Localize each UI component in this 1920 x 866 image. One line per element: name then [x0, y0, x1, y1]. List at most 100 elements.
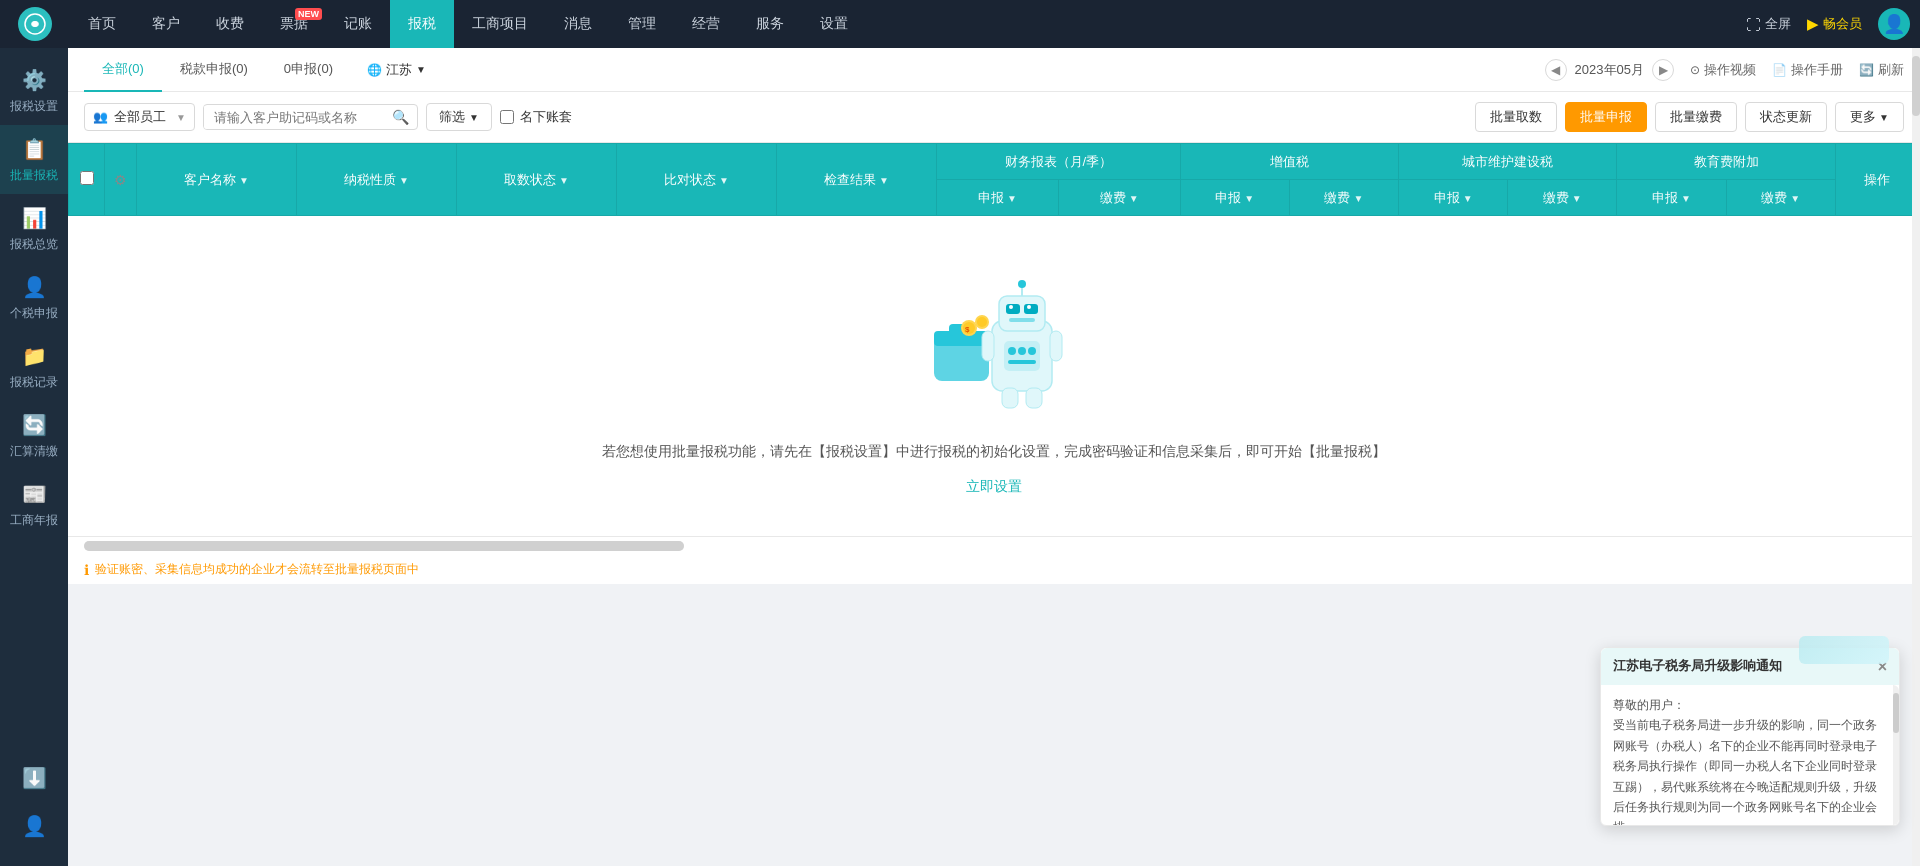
nav-customer[interactable]: 客户 — [134, 0, 198, 48]
sidebar-item-tax-records[interactable]: 📁 报税记录 — [0, 332, 68, 401]
notification-body: 尊敬的用户： 受当前电子税务局进一步升级的影响，同一个政务网账号（办税人）名下的… — [1601, 685, 1899, 825]
col-edu-declare-header: 申报▼ — [1617, 180, 1726, 216]
notification-scrollbar[interactable] — [1893, 685, 1899, 825]
sidebar-item-annual-report[interactable]: 📰 工商年报 — [0, 470, 68, 539]
region-selector[interactable]: 🌐 江苏 ▼ — [367, 61, 426, 79]
personal-tax-icon: 👤 — [20, 273, 48, 301]
scrollbar-thumb[interactable] — [84, 541, 684, 551]
operation-video-link[interactable]: ⊙ 操作视频 — [1690, 61, 1756, 79]
under-account-checkbox[interactable] — [500, 110, 514, 124]
nav-settings[interactable]: 设置 — [802, 0, 866, 48]
empty-state-message: 若您想使用批量报税功能，请先在【报税设置】中进行报税的初始化设置，完成密码验证和… — [602, 440, 1386, 462]
search-input[interactable] — [204, 106, 384, 129]
bottom-scroll-area — [68, 536, 1920, 555]
batch-tax-icon: 📋 — [20, 135, 48, 163]
status-update-button[interactable]: 状态更新 — [1745, 102, 1827, 132]
settings-gear-icon[interactable]: ⚙ — [114, 172, 127, 188]
tab-all[interactable]: 全部(0) — [84, 48, 162, 92]
col-fetch-status-header: 取数状态▼ — [457, 144, 617, 216]
search-button[interactable]: 🔍 — [384, 105, 417, 129]
sidebar-item-tax-summary[interactable]: 📊 报税总览 — [0, 194, 68, 263]
tab-zero-declaration[interactable]: 0申报(0) — [266, 48, 351, 92]
new-badge: NEW — [295, 8, 322, 20]
month-navigation: ◀ 2023年05月 ▶ — [1545, 59, 1674, 81]
sidebar-item-batch-tax[interactable]: 📋 批量报税 — [0, 125, 68, 194]
nav-message[interactable]: 消息 — [546, 0, 610, 48]
col-checkbox-header — [69, 144, 105, 216]
next-month-button[interactable]: ▶ — [1652, 59, 1674, 81]
main-vertical-scrollbar[interactable] — [1912, 48, 1920, 866]
notif-content: 尊敬的用户： 受当前电子税务局进一步升级的影响，同一个政务网账号（办税人）名下的… — [1601, 685, 1899, 825]
sidebar-item-settlement[interactable]: 🔄 汇算清缴 — [0, 401, 68, 470]
svg-point-26 — [1028, 347, 1036, 355]
setup-link[interactable]: 立即设置 — [966, 478, 1022, 496]
nav-billing[interactable]: 收费 — [198, 0, 262, 48]
nav-tax[interactable]: 报税 — [390, 0, 454, 48]
tax-records-icon: 📁 — [20, 342, 48, 370]
svg-point-17 — [1018, 280, 1026, 288]
notification-popup: 江苏电子税务局升级影响通知 × 尊敬的用户： 受当前电子税务局进一步升级的影响，… — [1600, 647, 1900, 826]
col-customer-header: 客户名称▼ — [137, 144, 297, 216]
robot-illustration: $ — [924, 276, 1064, 416]
operation-manual-link[interactable]: 📄 操作手册 — [1772, 61, 1843, 79]
svg-rect-12 — [1006, 304, 1020, 314]
nav-operation[interactable]: 经营 — [674, 0, 738, 48]
svg-rect-23 — [1004, 341, 1040, 371]
refresh-button[interactable]: 🔄 刷新 — [1859, 61, 1904, 79]
sidebar-item-tax-settings[interactable]: ⚙️ 报税设置 — [0, 56, 68, 125]
svg-rect-19 — [982, 331, 994, 361]
col-tax-type-header: 纳税性质▼ — [297, 144, 457, 216]
checkbox-label[interactable]: 名下账套 — [500, 108, 572, 126]
left-sidebar: ⚙️ 报税设置 📋 批量报税 📊 报税总览 👤 个税申报 📁 报税记录 🔄 汇算… — [0, 48, 68, 866]
col-vat-header: 增值税 — [1180, 144, 1398, 180]
more-button[interactable]: 更多 ▼ — [1835, 102, 1904, 132]
col-settings-header: ⚙ — [105, 144, 137, 216]
svg-rect-11 — [999, 296, 1045, 331]
empty-state: $ — [69, 216, 1920, 536]
notification-scrollbar-thumb[interactable] — [1893, 693, 1899, 733]
current-month: 2023年05月 — [1575, 61, 1644, 79]
data-table-wrapper: ⚙ 客户名称▼ 纳税性质▼ 取数状态▼ 比对状态▼ 检查结果 — [68, 143, 1920, 536]
col-fr-declare-header: 申报▼ — [937, 180, 1059, 216]
sidebar-download[interactable]: ⬇️ — [0, 754, 68, 802]
col-edu-surcharge-header: 教育费附加 — [1617, 144, 1835, 180]
col-city-construction-header: 城市维护建设税 — [1398, 144, 1616, 180]
toolbar-right: 批量取数 批量申报 批量缴费 状态更新 更多 ▼ — [1475, 102, 1904, 132]
fullscreen-button[interactable]: ⛶ 全屏 — [1746, 15, 1791, 33]
col-vat-declare-header: 申报▼ — [1180, 180, 1289, 216]
col-vat-pay-header: 缴费▼ — [1289, 180, 1398, 216]
horizontal-scrollbar[interactable] — [84, 541, 684, 551]
svg-point-15 — [1027, 305, 1031, 309]
svg-point-25 — [1018, 347, 1026, 355]
user-icon: 👤 — [20, 812, 48, 840]
nav-invoice[interactable]: 票据 NEW — [262, 0, 326, 48]
sub-tabs-right: ◀ 2023年05月 ▶ ⊙ 操作视频 📄 操作手册 🔄 刷新 — [1545, 59, 1904, 81]
sidebar-item-personal-tax[interactable]: 👤 个税申报 — [0, 263, 68, 332]
bottom-tip: ℹ 验证账密、采集信息均成功的企业才会流转至批量报税页面中 — [68, 555, 1920, 584]
filter-button[interactable]: 筛选 ▼ — [426, 103, 492, 131]
batch-pay-button[interactable]: 批量缴费 — [1655, 102, 1737, 132]
top-navigation: 首页 客户 收费 票据 NEW 记账 报税 工商项目 消息 管理 经营 服务 设… — [0, 0, 1920, 48]
nav-bizproject[interactable]: 工商项目 — [454, 0, 546, 48]
svg-rect-13 — [1024, 304, 1038, 314]
main-scrollbar-thumb[interactable] — [1912, 56, 1920, 116]
app-logo[interactable] — [10, 4, 60, 44]
table-body: $ — [69, 216, 1920, 537]
col-check-result-header: 检查结果▼ — [777, 144, 937, 216]
batch-fetch-button[interactable]: 批量取数 — [1475, 102, 1557, 132]
sub-tabs-bar: 全部(0) 税款申报(0) 0申报(0) 🌐 江苏 ▼ ◀ 2023年05月 ▶… — [68, 48, 1920, 92]
sidebar-user[interactable]: 👤 — [0, 802, 68, 850]
nav-service[interactable]: 服务 — [738, 0, 802, 48]
prev-month-button[interactable]: ◀ — [1545, 59, 1567, 81]
staff-selector[interactable]: 👥 全部员工 ▼ — [84, 103, 195, 131]
user-avatar[interactable]: 👤 — [1878, 8, 1910, 40]
nav-accounting[interactable]: 记账 — [326, 0, 390, 48]
tab-tax-declaration[interactable]: 税款申报(0) — [162, 48, 266, 92]
nav-home[interactable]: 首页 — [70, 0, 134, 48]
svg-rect-20 — [1050, 331, 1062, 361]
nav-management[interactable]: 管理 — [610, 0, 674, 48]
select-all-checkbox[interactable] — [80, 171, 94, 185]
member-button[interactable]: ▶ 畅会员 — [1807, 15, 1862, 33]
batch-declare-button[interactable]: 批量申报 — [1565, 102, 1647, 132]
svg-point-24 — [1008, 347, 1016, 355]
